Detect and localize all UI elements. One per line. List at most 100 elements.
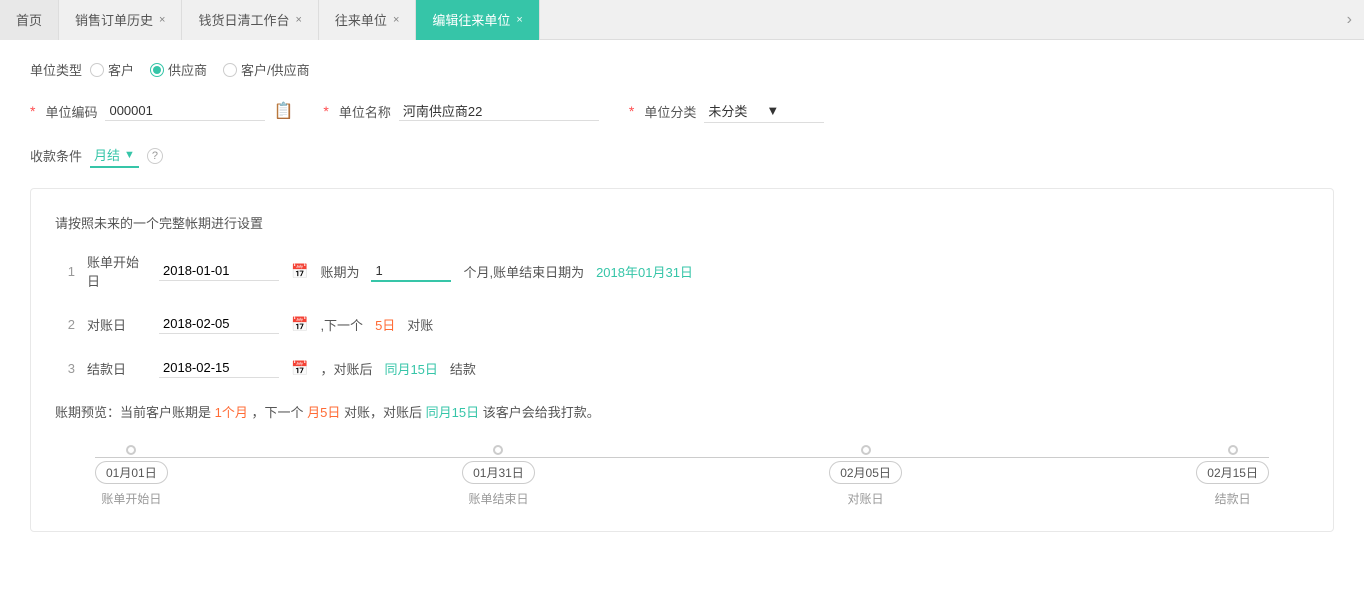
preview-part1-orange: 1个月 — [215, 405, 248, 420]
setting-row-1: 1 账单开始日 📅 账期为 个月,账单结束日期为 2018年01月31日 — [55, 252, 1309, 290]
timeline-dot-2 — [493, 445, 503, 455]
tab-edit-counterparty-label: 编辑往来单位 — [432, 10, 510, 29]
timeline-sublabel-2: 账单结束日 — [468, 490, 528, 507]
timeline-point-4: 02月15日 结款日 — [1196, 445, 1269, 507]
timeline-dot-1 — [126, 445, 136, 455]
unit-category-select[interactable]: 未分类 ▼ — [704, 99, 824, 123]
row-label-1: 账单开始日 — [87, 252, 147, 290]
unit-code-input[interactable] — [105, 101, 265, 121]
unit-code-star: * — [30, 103, 35, 119]
row-num-2: 2 — [55, 317, 75, 332]
tab-bar: 首页 销售订单历史 × 钱货日清工作台 × 往来单位 × 编辑往来单位 × › — [0, 0, 1364, 40]
tab-counterparty-close[interactable]: × — [393, 14, 399, 26]
payment-condition-label: 收款条件 — [30, 146, 82, 165]
tab-more-button[interactable]: › — [1335, 11, 1364, 29]
preview-part2-orange: 月5日 — [307, 405, 340, 420]
unit-category-chevron: ▼ — [766, 103, 820, 118]
unit-type-field: 单位类型 客户 供应商 客户/供应商 — [30, 60, 310, 79]
main-content: 单位类型 客户 供应商 客户/供应商 * 单位编码 — [0, 40, 1364, 608]
timeline-label-3: 02月05日 — [829, 461, 902, 484]
radio-both[interactable]: 客户/供应商 — [223, 60, 310, 79]
tab-counterparty-label: 往来单位 — [335, 10, 387, 29]
payment-condition-row: 收款条件 月结 ▼ ? — [30, 143, 1334, 168]
tab-edit-counterparty[interactable]: 编辑往来单位 × — [416, 0, 539, 40]
row-num-3: 3 — [55, 361, 75, 376]
radio-both-label: 客户/供应商 — [241, 60, 310, 79]
timeline-sublabel-1: 账单开始日 — [101, 490, 161, 507]
row-label-2: 对账日 — [87, 315, 147, 334]
tab-cash-work-close[interactable]: × — [295, 14, 301, 26]
setting-row-2: 2 对账日 📅 ,下一个 5日 对账 — [55, 314, 1309, 334]
settlement-date-calendar-icon[interactable]: 📅 — [291, 360, 308, 377]
reconcile-date-input[interactable] — [159, 314, 279, 334]
reconcile-date-calendar-icon[interactable]: 📅 — [291, 316, 308, 333]
unit-code-label: 单位编码 — [45, 102, 97, 121]
tab-home[interactable]: 首页 — [0, 0, 59, 40]
settlement-highlight: 同月15日 — [384, 359, 437, 378]
timeline-label-4: 02月15日 — [1196, 461, 1269, 484]
unit-code-icon[interactable]: 📋 — [273, 101, 293, 121]
tab-cash-work-label: 钱货日清工作台 — [198, 10, 289, 29]
payment-help-icon[interactable]: ? — [147, 148, 163, 164]
unit-type-label: 单位类型 — [30, 60, 82, 79]
tab-sales-history-close[interactable]: × — [159, 14, 165, 26]
tab-counterparty[interactable]: 往来单位 × — [319, 0, 416, 40]
row-label-3: 结款日 — [87, 359, 147, 378]
payment-condition-select[interactable]: 月结 ▼ — [90, 143, 139, 168]
start-date-calendar-icon[interactable]: 📅 — [291, 263, 308, 280]
period-input[interactable] — [371, 261, 451, 282]
radio-both-circle — [223, 63, 237, 77]
tab-sales-history[interactable]: 销售订单历史 × — [59, 0, 182, 40]
preview-part2-mid: 对账，对账后 — [344, 405, 422, 420]
radio-supplier[interactable]: 供应商 — [150, 60, 207, 79]
timeline-label-1: 01月01日 — [95, 461, 168, 484]
payment-condition-chevron: ▼ — [124, 149, 135, 161]
unit-category-star: * — [629, 103, 634, 119]
end-date-highlight: 2018年01月31日 — [596, 262, 693, 281]
timeline-point-1: 01月01日 账单开始日 — [95, 445, 168, 507]
unit-info-row: * 单位编码 📋 * 单位名称 * 单位分类 未分类 ▼ — [30, 99, 1334, 123]
setting-row-3: 3 结款日 📅 ，对账后 同月15日 结款 — [55, 358, 1309, 378]
timeline: 01月01日 账单开始日 01月31日 账单结束日 02月05日 对账日 — [95, 445, 1269, 507]
unit-name-field: * 单位名称 — [323, 101, 598, 121]
payment-condition-value: 月结 — [94, 145, 120, 164]
row-desc-2-prefix: ,下一个 — [320, 315, 363, 334]
timeline-dot-3 — [861, 445, 871, 455]
unit-name-label: 单位名称 — [339, 102, 391, 121]
preview-label: 账期预览：当前客户账期是 — [55, 405, 211, 420]
timeline-sublabel-4: 结款日 — [1215, 490, 1251, 507]
radio-customer[interactable]: 客户 — [90, 60, 134, 79]
reconcile-highlight: 5日 — [375, 315, 395, 334]
unit-category-label: 单位分类 — [644, 102, 696, 121]
timeline-point-2: 01月31日 账单结束日 — [462, 445, 535, 507]
tab-home-label: 首页 — [16, 10, 42, 29]
unit-type-row: 单位类型 客户 供应商 客户/供应商 — [30, 60, 1334, 79]
timeline-dot-4 — [1228, 445, 1238, 455]
row-desc-3-suffix: 结款 — [450, 359, 476, 378]
setting-panel: 请按照未来的一个完整帐期进行设置 1 账单开始日 📅 账期为 个月,账单结束日期… — [30, 188, 1334, 532]
row-num-1: 1 — [55, 264, 75, 279]
tab-edit-counterparty-close[interactable]: × — [516, 14, 522, 26]
timeline-container: 01月01日 账单开始日 01月31日 账单结束日 02月05日 对账日 — [55, 445, 1309, 507]
timeline-label-2: 01月31日 — [462, 461, 535, 484]
timeline-sublabel-3: 对账日 — [848, 490, 884, 507]
unit-category-field: * 单位分类 未分类 ▼ — [629, 99, 824, 123]
timeline-point-3: 02月05日 对账日 — [829, 445, 902, 507]
unit-type-radio-group: 客户 供应商 客户/供应商 — [90, 60, 310, 79]
radio-supplier-circle — [150, 63, 164, 77]
settlement-date-input[interactable] — [159, 358, 279, 378]
preview-part1-mid: ，下一个 — [252, 405, 304, 420]
start-date-input[interactable] — [159, 261, 279, 281]
tab-cash-work[interactable]: 钱货日清工作台 × — [182, 0, 318, 40]
row-desc-1-prefix: 账期为 — [320, 262, 359, 281]
radio-customer-circle — [90, 63, 104, 77]
unit-category-value: 未分类 — [708, 101, 762, 120]
row-desc-2-suffix: 对账 — [407, 315, 433, 334]
row-desc-1-suffix: 个月,账单结束日期为 — [463, 262, 584, 281]
preview-part3-end: 该客户会给我打款。 — [483, 405, 600, 420]
unit-name-star: * — [323, 103, 328, 119]
preview-part3-teal: 同月15日 — [426, 405, 479, 420]
unit-name-input[interactable] — [399, 101, 599, 121]
tab-sales-history-label: 销售订单历史 — [75, 10, 153, 29]
unit-code-field: * 单位编码 📋 — [30, 101, 293, 121]
